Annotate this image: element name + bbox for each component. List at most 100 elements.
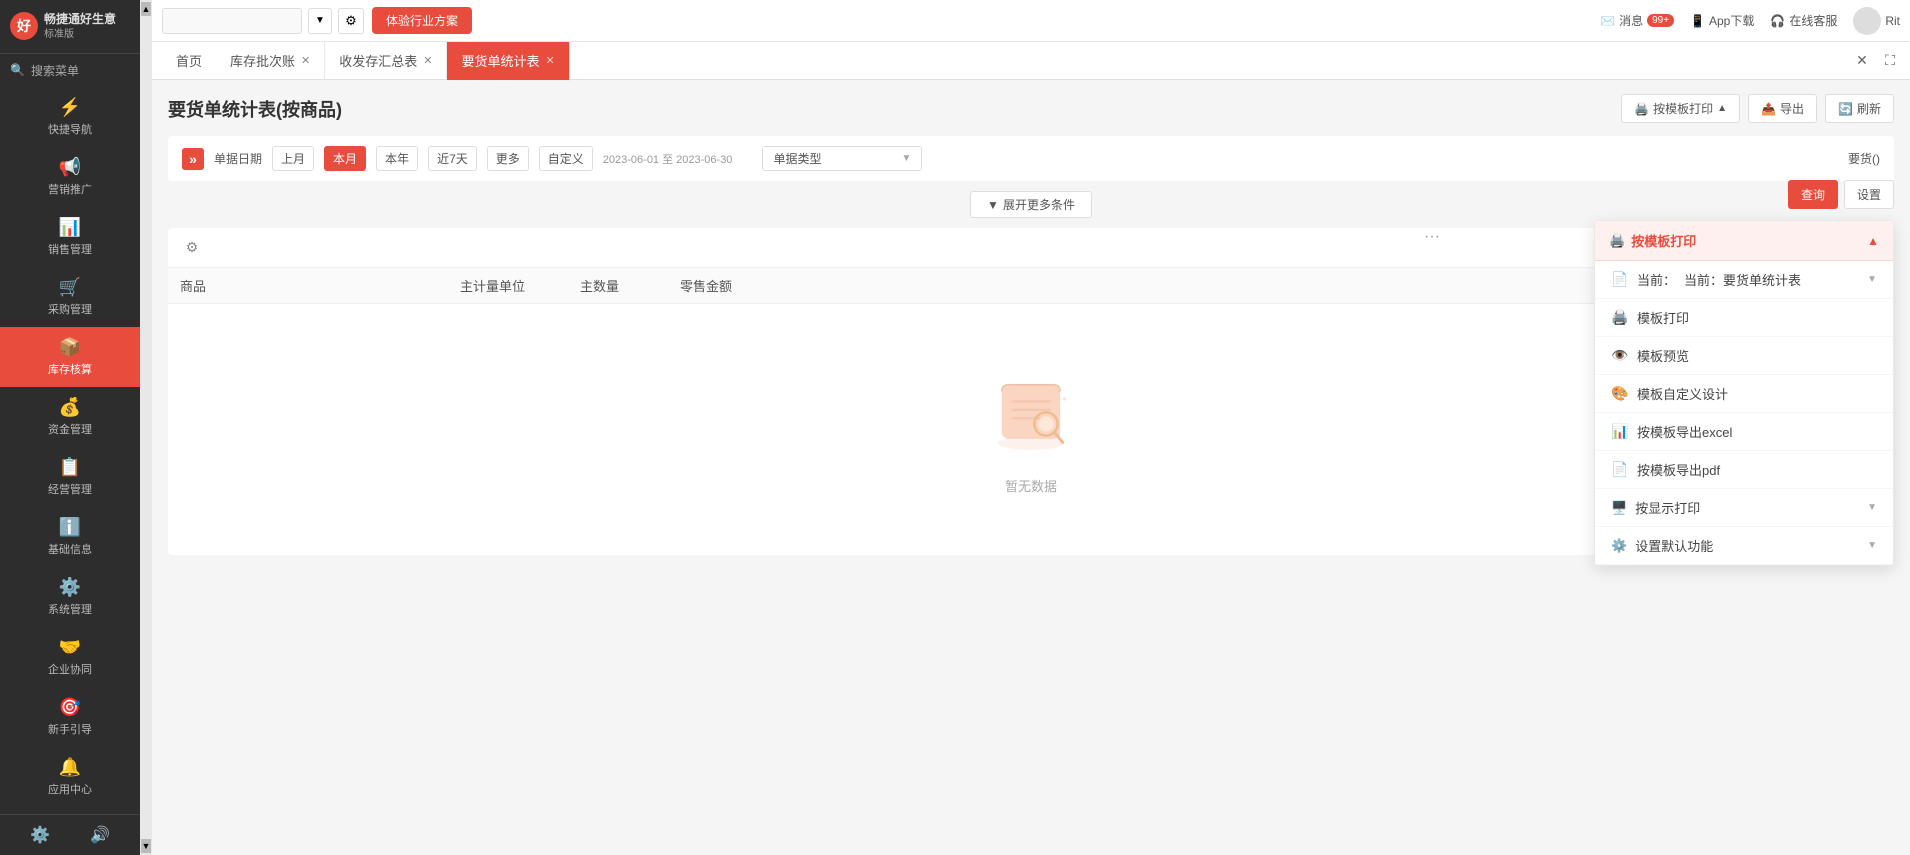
sound-icon[interactable]: 🔊	[90, 825, 110, 845]
sidebar-item-system[interactable]: ⚙️ 系统管理	[0, 567, 140, 627]
filter-more-dots[interactable]: ···	[1424, 228, 1440, 246]
window-close-btn[interactable]: ✕	[1852, 51, 1872, 71]
template-print-icon: 🖨️	[1611, 309, 1629, 326]
sidebar-scroll: ▲ ▼	[140, 0, 152, 855]
print-dropdown-panel: 🖨️ 按模板打印 ▲ 📄 当前： 当前：要货单统计表 ▼ 🖨️ 模板打印 👁️ …	[1594, 220, 1894, 566]
printer-icon: 🖨️	[1634, 102, 1649, 116]
template-print-item[interactable]: 🖨️ 模板打印	[1595, 299, 1893, 337]
display-print-icon: 🖥️	[1611, 500, 1627, 516]
display-print-item[interactable]: 🖥️ 按显示打印 ▼	[1595, 489, 1893, 527]
template-export-excel-icon: 📊	[1611, 423, 1629, 440]
refresh-icon: 🔄	[1838, 102, 1853, 116]
search-icon: 🔍	[10, 63, 25, 77]
online-service-item[interactable]: 🎧 在线客服	[1770, 12, 1837, 29]
expand-more-icon: ▼	[987, 198, 999, 212]
sidebar-item-basic[interactable]: ℹ️ 基础信息	[0, 507, 140, 567]
main-area: ▼ ⚙ 体验行业方案 ✉️ 消息 99+ 📱 App下载 🎧 在线客服 Rit	[152, 0, 1910, 855]
empty-text: 暂无数据	[1005, 476, 1057, 495]
date-btn-current-month[interactable]: 本月	[324, 146, 366, 171]
topbar-gear-btn[interactable]: ⚙	[338, 8, 364, 34]
sidebar-item-coop[interactable]: 🤝 企业协同	[0, 627, 140, 687]
window-maximize-btn[interactable]: ⛶	[1880, 51, 1900, 71]
table-settings-icon[interactable]: ⚙	[180, 236, 204, 260]
template-export-pdf-item[interactable]: 📄 按模板导出pdf	[1595, 451, 1893, 489]
tab-close-inventory-batch[interactable]: ✕	[301, 54, 310, 67]
sidebar-nav: ⚡ 快捷导航 📢 营销推广 📊 销售管理 🛒 采购管理 📦 库存核算 💰 资金管…	[0, 87, 140, 814]
print-current-item[interactable]: 📄 当前： 当前：要货单统计表 ▼	[1595, 261, 1893, 299]
filter-expand-btn[interactable]: »	[182, 148, 204, 170]
appstore-icon: 🔔	[59, 757, 81, 778]
print-template-btn[interactable]: 🖨️ 按模板打印 ▲	[1621, 94, 1740, 123]
tab-receipt-summary[interactable]: 收发存汇总表 ✕	[325, 42, 447, 80]
template-design-item[interactable]: 🎨 模板自定义设计	[1595, 375, 1893, 413]
finance-icon: 💰	[59, 397, 81, 418]
export-btn[interactable]: 📤 导出	[1748, 94, 1817, 123]
sidebar-item-purchase[interactable]: 🛒 采购管理	[0, 267, 140, 327]
sidebar: 好 畅捷通好生意 标准版 🔍 搜索菜单 ⚡ 快捷导航 📢 营销推广 📊 销售管理…	[0, 0, 140, 855]
trial-industry-btn[interactable]: 体验行业方案	[372, 7, 472, 34]
page-content: 要货单统计表(按商品) 🖨️ 按模板打印 ▲ 📤 导出 🔄 刷新 » 单据日期	[152, 80, 1910, 855]
user-avatar-item[interactable]: Rit	[1853, 7, 1900, 35]
refresh-btn[interactable]: 🔄 刷新	[1825, 94, 1894, 123]
expand-more-btn[interactable]: ▼ 展开更多条件	[970, 191, 1092, 218]
bill-type-select[interactable]: 单据类型 ▼	[762, 146, 922, 171]
tab-close-receipt-summary[interactable]: ✕	[423, 54, 432, 67]
tab-inventory-batch[interactable]: 库存批次账 ✕	[216, 42, 325, 80]
sidebar-item-search[interactable]: 🔍 搜索菜单	[0, 54, 140, 87]
sidebar-item-appstore[interactable]: 🔔 应用中心	[0, 747, 140, 807]
app-download-icon: 📱	[1690, 14, 1705, 28]
sidebar-item-marketing[interactable]: 📢 营销推广	[0, 147, 140, 207]
tab-home[interactable]: 首页	[162, 42, 216, 80]
date-btn-7days[interactable]: 近7天	[428, 146, 477, 171]
date-btn-more[interactable]: 更多	[487, 146, 529, 171]
expand-more-bar: ▼ 展开更多条件	[168, 191, 1894, 218]
window-controls: ✕ ⛶	[1852, 51, 1900, 71]
settings-btn[interactable]: 设置	[1844, 180, 1894, 209]
date-btn-prev-month[interactable]: 上月	[272, 146, 314, 171]
scroll-down-btn[interactable]: ▼	[141, 839, 151, 853]
tab-requisition-stats[interactable]: 要货单统计表 ✕	[447, 42, 569, 80]
print-dropdown-close-icon[interactable]: ▲	[1867, 234, 1879, 248]
avatar	[1853, 7, 1881, 35]
purchase-icon: 🛒	[59, 277, 81, 298]
sidebar-bottom: ⚙️ 🔊	[0, 814, 140, 855]
topbar: ▼ ⚙ 体验行业方案 ✉️ 消息 99+ 📱 App下载 🎧 在线客服 Rit	[152, 0, 1910, 42]
guide-icon: 🎯	[59, 697, 81, 718]
topbar-search-input[interactable]	[162, 8, 302, 34]
brand-name: 畅捷通好生意	[44, 12, 116, 28]
app-download-item[interactable]: 📱 App下载	[1690, 12, 1754, 29]
sidebar-item-inventory[interactable]: 📦 库存核算	[0, 327, 140, 387]
sidebar-logo: 好 畅捷通好生意 标准版	[0, 0, 140, 54]
col-product: 商品	[168, 268, 448, 304]
date-filter-label: 单据日期	[214, 150, 262, 167]
display-print-expand-icon: ▼	[1867, 502, 1877, 513]
message-icon: ✉️	[1600, 14, 1615, 28]
filter-bar: » 单据日期 上月 本月 本年 近7天 更多 自定义 2023-06-01 至 …	[168, 136, 1894, 181]
sidebar-item-wechat[interactable]: 💬 企业微信	[0, 807, 140, 814]
quick-nav-icon: ⚡	[59, 97, 81, 118]
query-btn[interactable]: 查询	[1788, 180, 1838, 209]
topbar-dropdown-btn[interactable]: ▼	[308, 8, 332, 34]
sidebar-item-operation[interactable]: 📋 经营管理	[0, 447, 140, 507]
topbar-right: ✉️ 消息 99+ 📱 App下载 🎧 在线客服 Rit	[1600, 7, 1900, 35]
print-dropdown-title: 🖨️ 按模板打印	[1609, 231, 1696, 250]
operation-icon: 📋	[59, 457, 81, 478]
tab-close-requisition-stats[interactable]: ✕	[546, 54, 555, 67]
page-actions: 🖨️ 按模板打印 ▲ 📤 导出 🔄 刷新	[1621, 94, 1894, 123]
current-template-icon: 📄	[1611, 271, 1629, 288]
sidebar-item-finance[interactable]: 💰 资金管理	[0, 387, 140, 447]
date-btn-custom[interactable]: 自定义	[539, 146, 593, 171]
template-preview-icon: 👁️	[1611, 347, 1629, 364]
sidebar-item-quick-nav[interactable]: ⚡ 快捷导航	[0, 87, 140, 147]
set-default-item[interactable]: ⚙️ 设置默认功能 ▼	[1595, 527, 1893, 565]
sidebar-item-guide[interactable]: 🎯 新手引导	[0, 687, 140, 747]
message-item[interactable]: ✉️ 消息 99+	[1600, 12, 1674, 29]
logo-icon: 好	[10, 12, 38, 40]
scroll-up-btn[interactable]: ▲	[141, 2, 151, 16]
date-range-text: 2023-06-01 至 2023-06-30	[603, 151, 733, 167]
date-btn-current-year[interactable]: 本年	[376, 146, 418, 171]
sidebar-item-sales[interactable]: 📊 销售管理	[0, 207, 140, 267]
template-export-excel-item[interactable]: 📊 按模板导出excel	[1595, 413, 1893, 451]
template-preview-item[interactable]: 👁️ 模板预览	[1595, 337, 1893, 375]
settings-icon[interactable]: ⚙️	[30, 825, 50, 845]
